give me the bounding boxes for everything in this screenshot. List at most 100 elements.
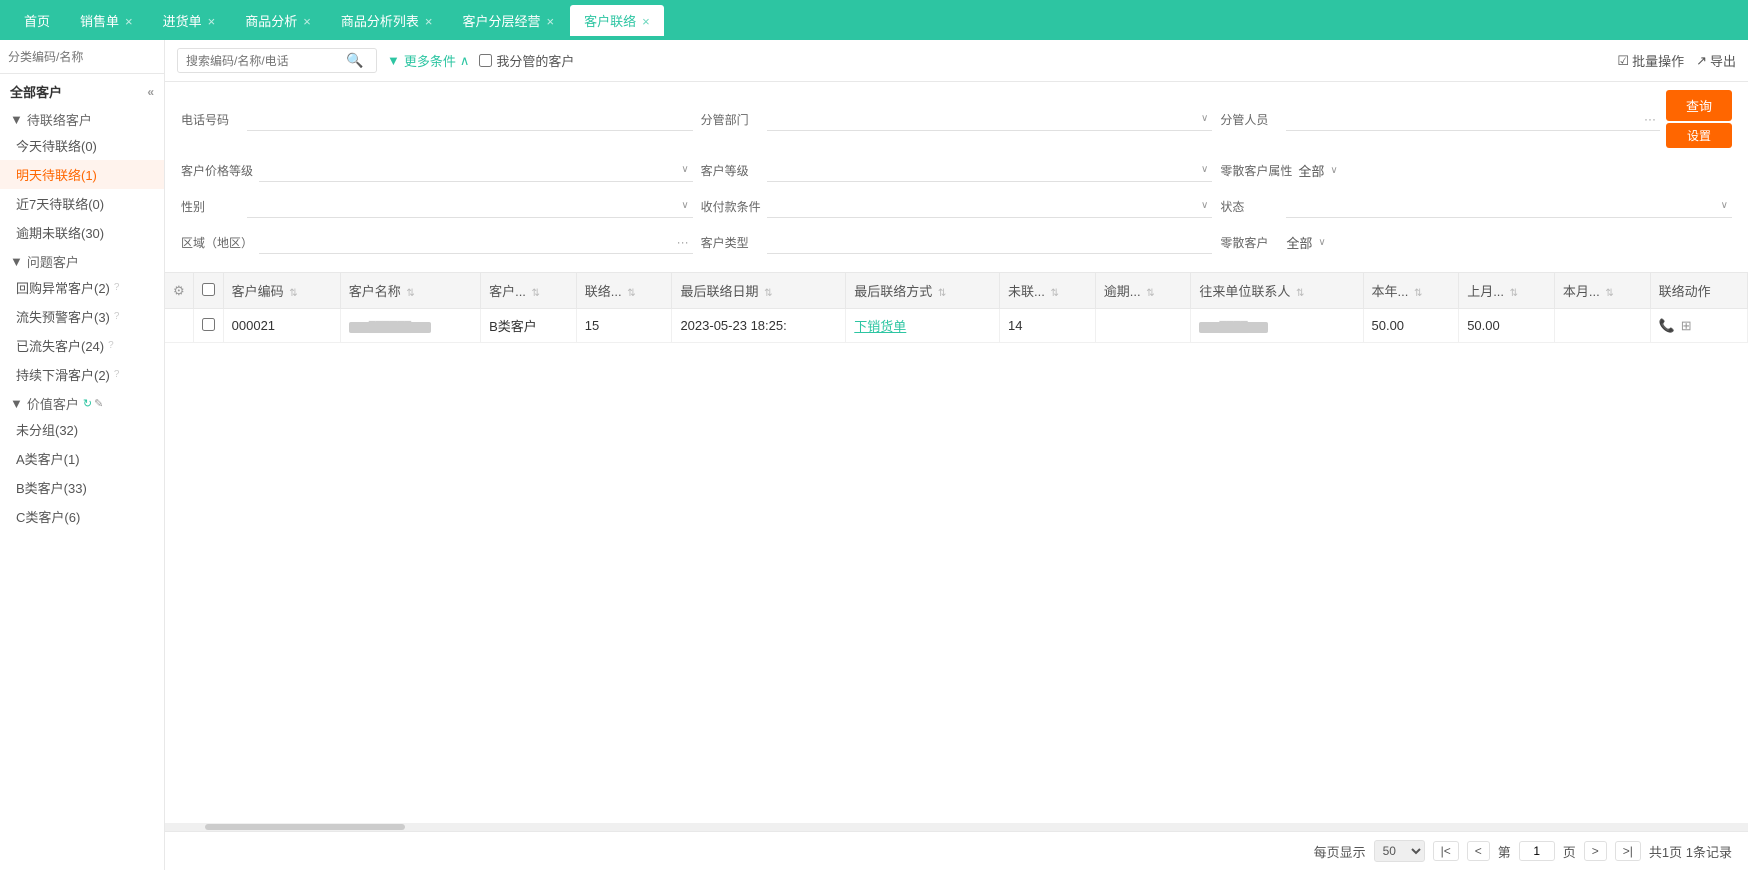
nav-home[interactable]: 首页 [10,5,64,36]
sidebar-item-churned[interactable]: 已流失客户(24) ? [0,331,164,360]
all-customers-header[interactable]: 全部客户 « [0,74,164,105]
export-btn[interactable]: ↗ 导出 [1696,51,1736,70]
all-customers-label: 全部客户 [10,82,62,101]
gender-select[interactable]: ∨ [247,194,693,218]
nav-sales[interactable]: 销售单× [66,5,147,36]
col-last-month-label: 上月... [1467,284,1504,299]
group-value-customers[interactable]: ▼ 价值客户 ↻ ✎ [0,389,164,415]
filter-row-4: 区域（地区） ··· 客户类型 零散客户 全部 ∨ [181,228,1732,256]
customer-level-label: 客户等级 [701,162,761,179]
customer-type-select[interactable] [767,230,1213,254]
nav-product-analysis-list[interactable]: 商品分析列表× [327,5,447,36]
table-settings-col[interactable]: ⚙ [165,273,193,309]
select-all-checkbox[interactable] [202,283,215,296]
sidebar-item-churn-warning[interactable]: 流失预警客户(3) ? [0,302,164,331]
row-action: 📞 ⊞ [1650,309,1747,343]
region-input[interactable] [263,235,677,249]
sidebar-item-b-class[interactable]: B类客户(33) [0,473,164,502]
my-customer-checkbox-wrap[interactable]: 我分管的客户 [479,51,574,70]
sidebar-item-today[interactable]: 今天待联络(0) [0,131,164,160]
col-code-label: 客户编码 [232,284,284,299]
col-type-sort[interactable]: ⇅ [532,288,540,299]
last-contact-method-link[interactable]: 下销货单 [854,319,906,334]
status-select[interactable]: ∨ [1286,194,1732,218]
price-level-select[interactable]: ∨ [259,158,693,182]
sidebar-item-abnormal[interactable]: 回购异常客户(2) ? [0,273,164,302]
col-overdue-sort[interactable]: ⇅ [1146,288,1154,299]
nav-product-analysis-close[interactable]: × [303,14,311,29]
setting-btn[interactable]: 设置 [1666,123,1732,148]
nav-purchase[interactable]: 进货单× [149,5,230,36]
sidebar-item-tomorrow[interactable]: 明天待联络(1) [0,160,164,189]
col-type: 客户... ⇅ [481,273,577,309]
edit-icon[interactable]: ✎ [94,397,103,410]
first-page-btn[interactable]: |< [1433,841,1459,861]
more-action-icon[interactable]: ⊞ [1681,318,1692,334]
col-method-sort[interactable]: ⇅ [938,288,946,299]
refresh-icon[interactable]: ↻ [83,397,92,410]
my-customer-checkbox[interactable] [479,54,492,67]
page-input[interactable] [1519,841,1555,861]
nav-customer-contact[interactable]: 客户联络× [570,5,664,36]
col-uncontacted-sort[interactable]: ⇅ [1051,288,1059,299]
payment-terms-select[interactable]: ∨ [767,194,1213,218]
region-input-wrap: ··· [259,230,693,254]
scrollbar-thumb[interactable] [205,824,405,830]
col-unit-sort[interactable]: ⇅ [1296,288,1304,299]
col-this-year: 本年... ⇅ [1363,273,1459,309]
nav-product-analysis[interactable]: 商品分析× [231,5,325,36]
nav-customer-seg-close[interactable]: × [546,14,554,29]
col-last-month: 上月... ⇅ [1459,273,1555,309]
col-contacts-label: 联络... [585,284,622,299]
manager-dots-icon[interactable]: ··· [1644,112,1656,126]
manager-input[interactable] [1290,112,1644,126]
row-checkbox[interactable] [202,318,215,331]
nav-purchase-close[interactable]: × [208,14,216,29]
col-last-month-sort[interactable]: ⇅ [1510,288,1518,299]
filter-region: 区域（地区） ··· [181,228,693,256]
customer-level-chevron-icon: ∨ [1201,164,1208,175]
last-page-btn[interactable]: >| [1615,841,1641,861]
sidebar-item-ungrouped[interactable]: 未分组(32) [0,415,164,444]
col-code-sort[interactable]: ⇅ [289,288,297,299]
col-name-sort[interactable]: ⇅ [406,288,414,299]
sidebar-item-c-class[interactable]: C类客户(6) [0,502,164,531]
sidebar-search-input[interactable] [8,50,163,64]
col-contacts-sort[interactable]: ⇅ [627,288,635,299]
filter-dept: 分管部门 ∨ [701,105,1213,133]
sidebar-item-overdue[interactable]: 逾期未联络(30) [0,218,164,247]
customer-level-select[interactable]: ∨ [767,158,1213,182]
search-input-wrap: 🔍 [177,48,377,73]
collapse-icon[interactable]: « [147,85,154,99]
batch-action-btn[interactable]: ☑ 批量操作 [1617,51,1684,70]
col-year-sort[interactable]: ⇅ [1414,288,1422,299]
nav-product-analysis-list-close[interactable]: × [425,14,433,29]
group-pending-contact[interactable]: ▼ 待联络客户 [0,105,164,131]
prev-page-btn[interactable]: < [1467,841,1490,861]
col-date-sort[interactable]: ⇅ [764,288,772,299]
filter-more-btn[interactable]: ▼ 更多条件 ∧ [387,51,469,70]
sidebar-item-declining[interactable]: 持续下滑客户(2) ? [0,360,164,389]
col-this-month-sort[interactable]: ⇅ [1605,288,1613,299]
horizontal-scrollbar[interactable] [165,823,1748,831]
search-input[interactable] [186,54,346,68]
phone-input[interactable] [251,112,689,126]
region-label: 区域（地区） [181,234,253,251]
row-last-month: 50.00 [1459,309,1555,343]
sidebar-item-7days[interactable]: 近7天待联络(0) [0,189,164,218]
nav-sales-close[interactable]: × [125,14,133,29]
nav-customer-contact-close[interactable]: × [642,14,650,29]
col-unit-contacts-label: 往来单位联系人 [1199,284,1290,299]
sidebar-search-wrap: 🔍 [0,40,164,74]
status-chevron-icon: ∨ [1721,200,1728,211]
group-problem-customers[interactable]: ▼ 问题客户 [0,247,164,273]
phone-action-icon[interactable]: 📞 [1659,318,1675,334]
query-btn[interactable]: 查询 [1666,90,1732,121]
region-dots-icon[interactable]: ··· [677,235,689,249]
page-size-select[interactable]: 50 100 200 [1374,840,1425,862]
search-icon-btn[interactable]: 🔍 [346,52,363,69]
nav-customer-segmentation[interactable]: 客户分层经营× [448,5,568,36]
sidebar-item-a-class[interactable]: A类客户(1) [0,444,164,473]
dept-select[interactable]: ∨ [767,107,1213,131]
next-page-btn[interactable]: > [1584,841,1607,861]
